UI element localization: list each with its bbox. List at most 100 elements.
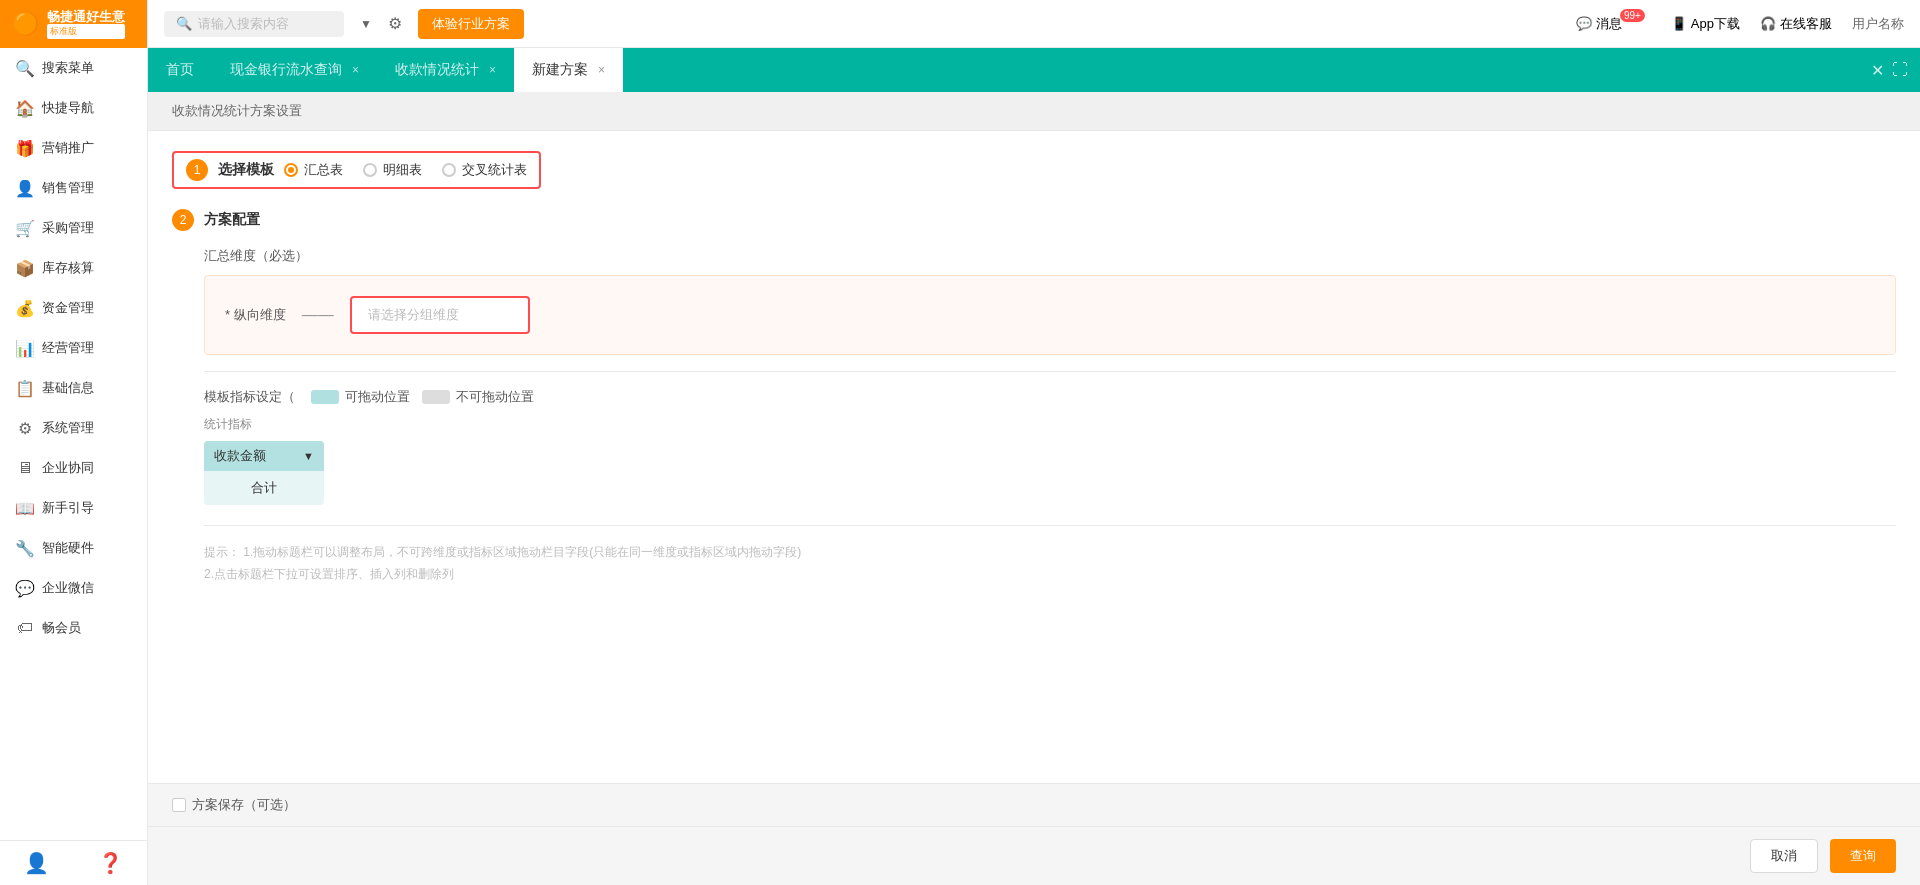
sidebar-item-inventory[interactable]: 📦 库存核算 bbox=[0, 248, 147, 288]
sidebar-item-label: 营销推广 bbox=[42, 139, 94, 157]
topbar-right: 💬 消息 99+ 📱 App下载 🎧 在线客服 用户名称 bbox=[1576, 15, 1904, 33]
sales-icon: 👤 bbox=[16, 179, 34, 197]
sidebar-item-sales[interactable]: 👤 销售管理 bbox=[0, 168, 147, 208]
inventory-icon: 📦 bbox=[16, 259, 34, 277]
download-area[interactable]: 📱 App下载 bbox=[1671, 15, 1740, 33]
indicator-row: 模板指标设定（ 可拖动位置 不可拖动位置 bbox=[204, 388, 1896, 406]
sidebar-item-label: 快捷导航 bbox=[42, 99, 94, 117]
cancel-button[interactable]: 取消 bbox=[1750, 839, 1818, 873]
sidebar-item-finance[interactable]: 💰 资金管理 bbox=[0, 288, 147, 328]
close-window-icon[interactable]: ✕ bbox=[1871, 61, 1884, 80]
sidebar-item-basic-info[interactable]: 📋 基础信息 bbox=[0, 368, 147, 408]
user-name[interactable]: 用户名称 bbox=[1852, 15, 1904, 33]
footer-bar: 方案保存（可选） bbox=[148, 783, 1920, 826]
stat-card: 收款金额 ▼ 合计 bbox=[204, 441, 324, 505]
sidebar-item-corp-collab[interactable]: 🖥 企业协同 bbox=[0, 448, 147, 488]
radio-summary-label: 汇总表 bbox=[304, 161, 343, 179]
dimension-area: * 纵向维度 —— 请选择分组维度 bbox=[204, 275, 1896, 355]
topbar-left: 🔍 请输入搜索内容 ▼ ⚙ 体验行业方案 bbox=[164, 9, 524, 39]
user-avatar[interactable]: 👤 bbox=[24, 851, 49, 875]
sidebar-item-label: 基础信息 bbox=[42, 379, 94, 397]
step1-badge: 1 bbox=[186, 159, 208, 181]
sidebar-item-label: 企业协同 bbox=[42, 459, 94, 477]
save-checkbox[interactable] bbox=[172, 798, 186, 812]
template-radio-group: 汇总表 明细表 交叉统计表 bbox=[284, 161, 527, 179]
radio-summary-circle bbox=[284, 163, 298, 177]
draggable-label: 可拖动位置 bbox=[345, 388, 410, 406]
basic-info-icon: 📋 bbox=[16, 379, 34, 397]
search-bar[interactable]: 🔍 请输入搜索内容 bbox=[164, 11, 344, 37]
sidebar-item-vip[interactable]: 🏷 畅会员 bbox=[0, 608, 147, 648]
sys-mgmt-icon: ⚙ bbox=[16, 419, 34, 437]
download-label: App下载 bbox=[1691, 15, 1740, 33]
radio-summary[interactable]: 汇总表 bbox=[284, 161, 343, 179]
tab-bank-flow[interactable]: 现金银行流水查询 × bbox=[212, 48, 377, 92]
corp-wechat-icon: 💬 bbox=[16, 579, 34, 597]
vip-icon: 🏷 bbox=[16, 619, 34, 637]
step2-section: 2 方案配置 汇总维度（必选） * 纵向维度 —— 请选择分组维度 bbox=[172, 209, 1896, 585]
sidebar-item-label: 新手引导 bbox=[42, 499, 94, 517]
finance-icon: 💰 bbox=[16, 299, 34, 317]
tip-2: 2.点击标题栏下拉可设置排序、插入列和删除列 bbox=[204, 564, 1896, 586]
save-checkbox-item[interactable]: 方案保存（可选） bbox=[172, 796, 296, 814]
sidebar-item-label: 资金管理 bbox=[42, 299, 94, 317]
search-dropdown-icon[interactable]: ▼ bbox=[360, 17, 372, 31]
sidebar-item-label: 系统管理 bbox=[42, 419, 94, 437]
tab-new-plan-label: 新建方案 bbox=[532, 61, 588, 79]
sidebar-item-label: 搜索菜单 bbox=[42, 59, 94, 77]
dimension-selector[interactable]: 请选择分组维度 bbox=[350, 296, 530, 334]
gear-icon[interactable]: ⚙ bbox=[388, 14, 402, 33]
sidebar-item-new-guide[interactable]: 📖 新手引导 bbox=[0, 488, 147, 528]
service-area[interactable]: 🎧 在线客服 bbox=[1760, 15, 1832, 33]
sidebar: 🟠 畅捷通好生意 标准版 🔍 搜索菜单 🏠 快捷导航 🎁 营销推广 👤 销售管理… bbox=[0, 0, 148, 885]
trial-btn[interactable]: 体验行业方案 bbox=[418, 9, 524, 39]
message-label: 消息 bbox=[1596, 15, 1622, 33]
radio-detail[interactable]: 明细表 bbox=[363, 161, 422, 179]
dimension-title: 汇总维度（必选） bbox=[204, 247, 1896, 265]
sidebar-item-quick-nav[interactable]: 🏠 快捷导航 bbox=[0, 88, 147, 128]
tips-section: 提示： 1.拖动标题栏可以调整布局，不可跨维度或指标区域拖动栏目字段(只能在同一… bbox=[204, 525, 1896, 585]
toggle-group: 可拖动位置 不可拖动位置 bbox=[311, 388, 534, 406]
tab-receipt-stat-close[interactable]: × bbox=[489, 63, 496, 77]
tab-receipt-stat[interactable]: 收款情况统计 × bbox=[377, 48, 514, 92]
dimension-container: 汇总维度（必选） * 纵向维度 —— 请选择分组维度 bbox=[204, 247, 1896, 585]
sidebar-item-corp-wechat[interactable]: 💬 企业微信 bbox=[0, 568, 147, 608]
stat-card-container: 统计指标 收款金额 ▼ 合计 bbox=[204, 416, 1896, 505]
tab-bank-flow-close[interactable]: × bbox=[352, 63, 359, 77]
stat-card-dropdown-icon[interactable]: ▼ bbox=[303, 450, 314, 462]
arrow-icon: —— bbox=[302, 306, 334, 324]
radio-cross-label: 交叉统计表 bbox=[462, 161, 527, 179]
tip-1: 提示： 1.拖动标题栏可以调整布局，不可跨维度或指标区域拖动栏目字段(只能在同一… bbox=[204, 542, 1896, 564]
stat-card-row-label: 合计 bbox=[251, 480, 277, 495]
sidebar-item-smart-hw[interactable]: 🔧 智能硬件 bbox=[0, 528, 147, 568]
radio-cross[interactable]: 交叉统计表 bbox=[442, 161, 527, 179]
search-menu-icon: 🔍 bbox=[16, 59, 34, 77]
step1-header: 1 选择模板 汇总表 明细表 bbox=[172, 151, 1896, 189]
message-area[interactable]: 💬 消息 99+ bbox=[1576, 15, 1651, 33]
tab-new-plan-close[interactable]: × bbox=[598, 63, 605, 77]
sidebar-item-marketing[interactable]: 🎁 营销推广 bbox=[0, 128, 147, 168]
tab-home-label: 首页 bbox=[166, 61, 194, 79]
page-title-bar: 收款情况统计方案设置 bbox=[148, 92, 1920, 131]
non-draggable-label: 不可拖动位置 bbox=[456, 388, 534, 406]
bottom-buttons: 取消 查询 bbox=[148, 826, 1920, 885]
radio-detail-label: 明细表 bbox=[383, 161, 422, 179]
stat-card-header[interactable]: 收款金额 ▼ bbox=[204, 441, 324, 471]
topbar: 🔍 请输入搜索内容 ▼ ⚙ 体验行业方案 💬 消息 99+ 📱 App下载 🎧 … bbox=[148, 0, 1920, 48]
query-button[interactable]: 查询 bbox=[1830, 839, 1896, 873]
tab-home[interactable]: 首页 bbox=[148, 48, 212, 92]
content-area: 收款情况统计方案设置 1 选择模板 汇总表 bbox=[148, 92, 1920, 885]
sidebar-item-search-menu[interactable]: 🔍 搜索菜单 bbox=[0, 48, 147, 88]
help-icon[interactable]: ❓ bbox=[98, 851, 123, 875]
sidebar-item-label: 销售管理 bbox=[42, 179, 94, 197]
tab-new-plan[interactable]: 新建方案 × bbox=[514, 48, 623, 92]
maximize-icon[interactable]: ⛶ bbox=[1892, 61, 1908, 79]
sidebar-item-purchase[interactable]: 🛒 采购管理 bbox=[0, 208, 147, 248]
sidebar-item-sys-mgmt[interactable]: ⚙ 系统管理 bbox=[0, 408, 147, 448]
sidebar-item-label: 库存核算 bbox=[42, 259, 94, 277]
sidebar-item-operation[interactable]: 📊 经营管理 bbox=[0, 328, 147, 368]
draggable-toggle-rect bbox=[311, 390, 339, 404]
stat-card-body: 合计 bbox=[204, 471, 324, 505]
new-guide-icon: 📖 bbox=[16, 499, 34, 517]
main-area: 🔍 请输入搜索内容 ▼ ⚙ 体验行业方案 💬 消息 99+ 📱 App下载 🎧 … bbox=[148, 0, 1920, 885]
